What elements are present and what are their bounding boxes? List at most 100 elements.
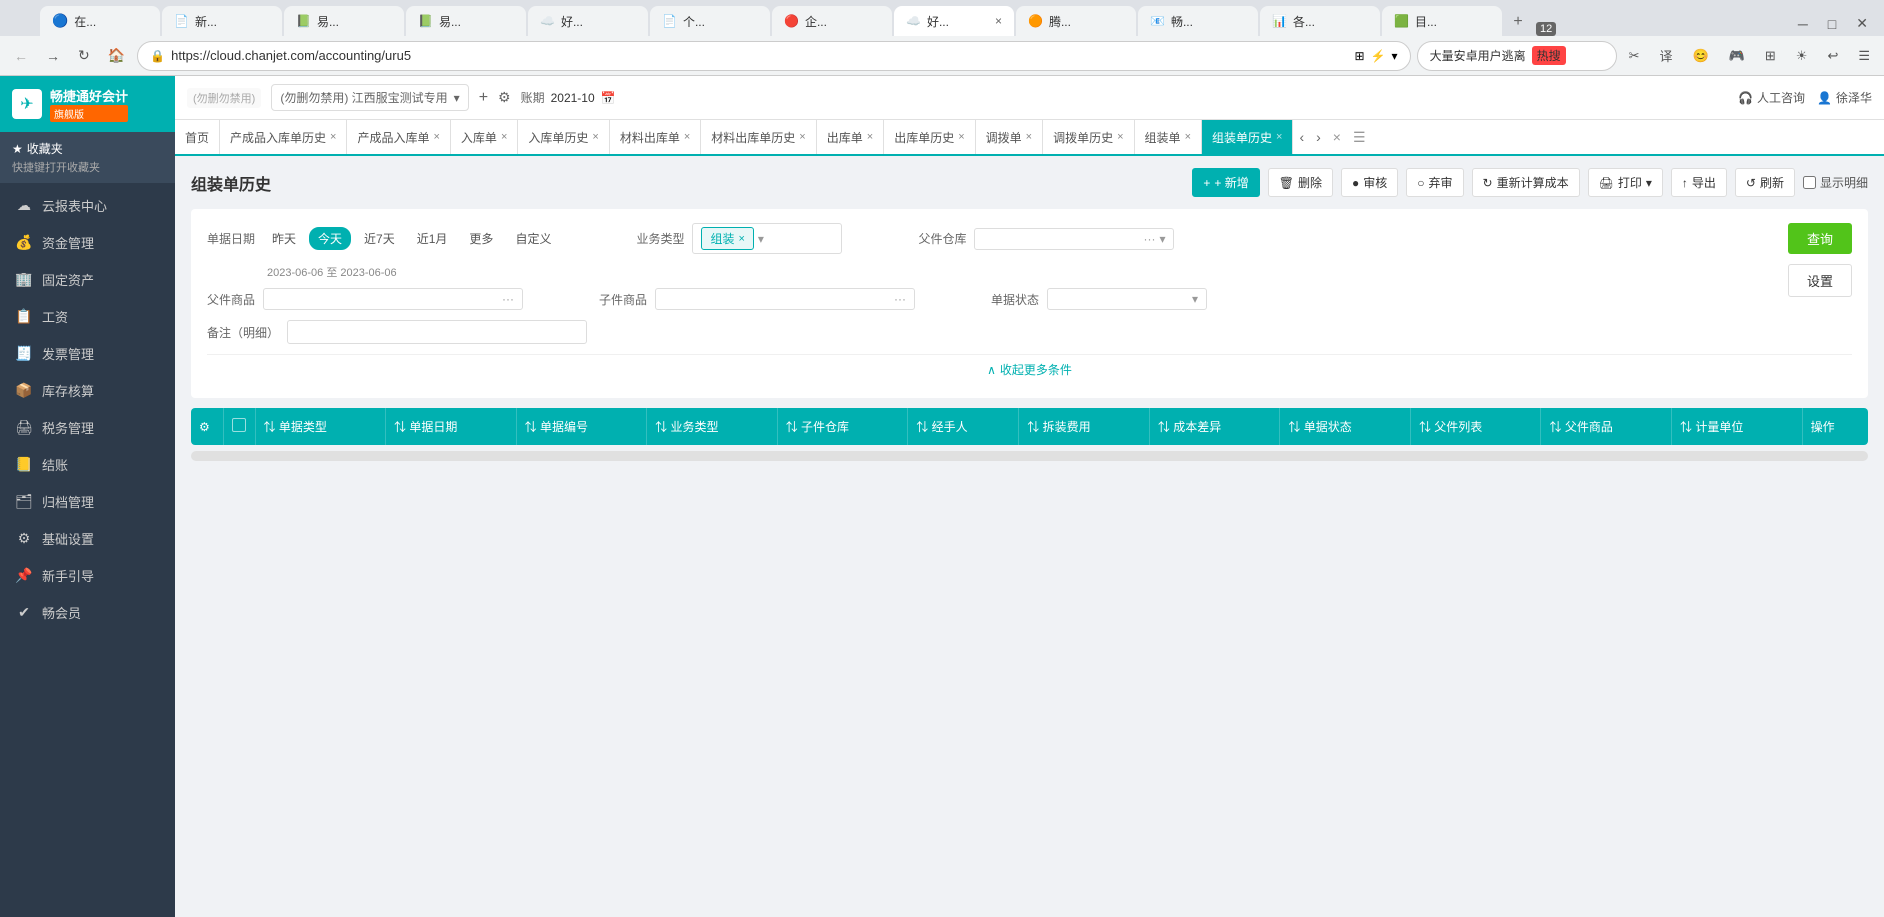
- settings-gear-button[interactable]: ⚙: [498, 89, 511, 106]
- date-today[interactable]: 今天: [309, 227, 351, 250]
- col-child-warehouse[interactable]: ⇅ 子件仓库: [777, 408, 908, 445]
- company-selector[interactable]: (勿删勿禁用) 江西服宝测试专用 ▾: [271, 84, 468, 111]
- tab-material-outbound-history[interactable]: 材料出库单历史 ×: [701, 120, 816, 155]
- date-7days[interactable]: 近7天: [355, 227, 404, 250]
- abandon-button[interactable]: ○ 弃审: [1406, 168, 1463, 197]
- sidebar-item-payroll[interactable]: 📋 工资: [0, 298, 175, 335]
- tab-material-outbound[interactable]: 材料出库单 ×: [610, 120, 701, 155]
- tab-inbound[interactable]: 入库单 ×: [451, 120, 518, 155]
- tab-finished-goods[interactable]: 产成品入库单 ×: [347, 120, 450, 155]
- biz-type-dropdown[interactable]: ▾: [758, 232, 764, 246]
- menu-button[interactable]: ☰: [1852, 45, 1876, 67]
- game-button[interactable]: 🎮: [1723, 45, 1751, 67]
- browser-tab-12[interactable]: 🟩 目...: [1382, 6, 1502, 36]
- maximize-button[interactable]: □: [1820, 12, 1844, 36]
- minimize-button[interactable]: ─: [1790, 12, 1816, 36]
- browser-tab-7[interactable]: 🔴 企...: [772, 6, 892, 36]
- tab-close-all[interactable]: ×: [1327, 129, 1347, 145]
- biz-type-tag-remove[interactable]: ×: [738, 233, 744, 245]
- home-button[interactable]: 🏠: [102, 43, 131, 68]
- col-bill-no[interactable]: ⇅ 单据编号: [516, 408, 647, 445]
- sidebar-item-cloud-report[interactable]: ☁ 云报表中心: [0, 187, 175, 224]
- tab-assembly-history-close[interactable]: ×: [1276, 131, 1282, 143]
- browser-tab-11[interactable]: 📊 各...: [1260, 6, 1380, 36]
- emoji-button[interactable]: 😊: [1687, 45, 1715, 67]
- remark-input[interactable]: [287, 320, 587, 344]
- browser-tab-10[interactable]: 📧 畅...: [1138, 6, 1258, 36]
- sidebar-item-tax[interactable]: 🖨 税务管理: [0, 409, 175, 446]
- tab-scroll-right[interactable]: ›: [1310, 129, 1327, 145]
- sidebar-item-membership[interactable]: ✔ 畅会员: [0, 594, 175, 631]
- sidebar-item-inventory[interactable]: 📦 库存核算: [0, 372, 175, 409]
- new-button[interactable]: + + 新增: [1192, 168, 1259, 197]
- tab-finished-goods-close[interactable]: ×: [433, 131, 439, 143]
- reload-button[interactable]: ↻: [72, 43, 96, 68]
- sidebar-item-invoice[interactable]: 🧾 发票管理: [0, 335, 175, 372]
- tab-transfer-history-close[interactable]: ×: [1117, 131, 1123, 143]
- tab-assembly-history[interactable]: 组装单历史 ×: [1202, 120, 1293, 155]
- user-item[interactable]: 👤 徐泽华: [1817, 89, 1872, 106]
- tab-inbound-close[interactable]: ×: [501, 131, 507, 143]
- query-button[interactable]: 查询: [1788, 223, 1852, 254]
- tab-assembly-close[interactable]: ×: [1185, 131, 1191, 143]
- col-biz-type[interactable]: ⇅ 业务类型: [647, 408, 778, 445]
- tab-finished-goods-history[interactable]: 产成品入库单历史 ×: [220, 120, 347, 155]
- tab-outbound-history[interactable]: 出库单历史 ×: [884, 120, 975, 155]
- close-button[interactable]: ✕: [1848, 11, 1876, 36]
- parent-warehouse-dropdown[interactable]: ▾: [1159, 232, 1165, 246]
- recalculate-button[interactable]: ↻ 重新计算成本: [1472, 168, 1580, 197]
- scissors-button[interactable]: ✂: [1623, 45, 1646, 67]
- col-handler[interactable]: ⇅ 经手人: [908, 408, 1019, 445]
- tab-outbound-history-close[interactable]: ×: [958, 131, 964, 143]
- parent-goods-ellipsis[interactable]: ···: [502, 292, 514, 306]
- tab-transfer-history[interactable]: 调拨单历史 ×: [1043, 120, 1134, 155]
- delete-button[interactable]: 🗑 删除: [1268, 168, 1333, 197]
- col-parent-list[interactable]: ⇅ 父件列表: [1410, 408, 1541, 445]
- date-more[interactable]: 更多: [460, 227, 502, 250]
- tab-options[interactable]: ☰: [1347, 129, 1372, 146]
- export-button[interactable]: ↑ 导出: [1671, 168, 1727, 197]
- browser-tab-3[interactable]: 📗 易...: [284, 6, 404, 36]
- sidebar-item-guide[interactable]: 📌 新手引导: [0, 557, 175, 594]
- tab-transfer-close[interactable]: ×: [1026, 131, 1032, 143]
- col-bill-status[interactable]: ⇅ 单据状态: [1280, 408, 1411, 445]
- browser-tab-2[interactable]: 📄 新...: [162, 6, 282, 36]
- sidebar-item-settings[interactable]: ⚙ 基础设置: [0, 520, 175, 557]
- back-button[interactable]: ←: [8, 44, 34, 68]
- browser-tab-6[interactable]: 📄 个...: [650, 6, 770, 36]
- tab-inbound-history-close[interactable]: ×: [592, 131, 598, 143]
- date-yesterday[interactable]: 昨天: [263, 227, 305, 250]
- browser-tab-9[interactable]: 🟠 腾...: [1016, 6, 1136, 36]
- grid-view-button[interactable]: ⊞: [1759, 45, 1782, 67]
- sidebar-item-fixed-assets[interactable]: 🏢 固定资产: [0, 261, 175, 298]
- tab8-close[interactable]: ×: [995, 14, 1002, 28]
- col-bill-date[interactable]: ⇅ 单据日期: [386, 408, 517, 445]
- print-button[interactable]: 🖨 打印 ▾: [1588, 168, 1663, 197]
- browser-tab-5[interactable]: ☁️ 好...: [528, 6, 648, 36]
- tab-finished-goods-history-close[interactable]: ×: [330, 131, 336, 143]
- parent-warehouse-ellipsis[interactable]: ···: [1143, 232, 1155, 246]
- add-company-button[interactable]: +: [479, 89, 488, 107]
- tab-material-outbound-history-close[interactable]: ×: [799, 131, 805, 143]
- sidebar-item-archive[interactable]: 🗂 归档管理: [0, 483, 175, 520]
- tab-inbound-history[interactable]: 入库单历史 ×: [518, 120, 609, 155]
- browser-tab-8[interactable]: ☁️ 好... ×: [894, 6, 1014, 36]
- col-settings[interactable]: ⚙: [191, 408, 223, 445]
- col-disassembly-fee[interactable]: ⇅ 拆装费用: [1019, 408, 1150, 445]
- col-checkbox[interactable]: [223, 408, 255, 445]
- undo-button[interactable]: ↩: [1821, 45, 1844, 67]
- forward-button[interactable]: →: [40, 44, 66, 68]
- browser-tab-4[interactable]: 📗 易...: [406, 6, 526, 36]
- tab-outbound[interactable]: 出库单 ×: [817, 120, 884, 155]
- child-goods-ellipsis[interactable]: ···: [894, 292, 906, 306]
- audit-button[interactable]: ● 审核: [1341, 168, 1398, 197]
- search-bar[interactable]: 大量安卓用户逃离 热搜: [1417, 41, 1617, 71]
- sidebar-item-settlement[interactable]: 📒 结账: [0, 446, 175, 483]
- date-custom[interactable]: 自定义: [506, 227, 560, 250]
- support-item[interactable]: 🎧 人工咨询: [1738, 89, 1805, 106]
- show-detail-checkbox[interactable]: [1803, 176, 1816, 189]
- address-bar[interactable]: 🔒 https://cloud.chanjet.com/accounting/u…: [137, 41, 1410, 71]
- sidebar-item-fund-mgmt[interactable]: 💰 资金管理: [0, 224, 175, 261]
- tab-home[interactable]: 首页: [175, 120, 220, 155]
- tab-transfer[interactable]: 调拨单 ×: [976, 120, 1043, 155]
